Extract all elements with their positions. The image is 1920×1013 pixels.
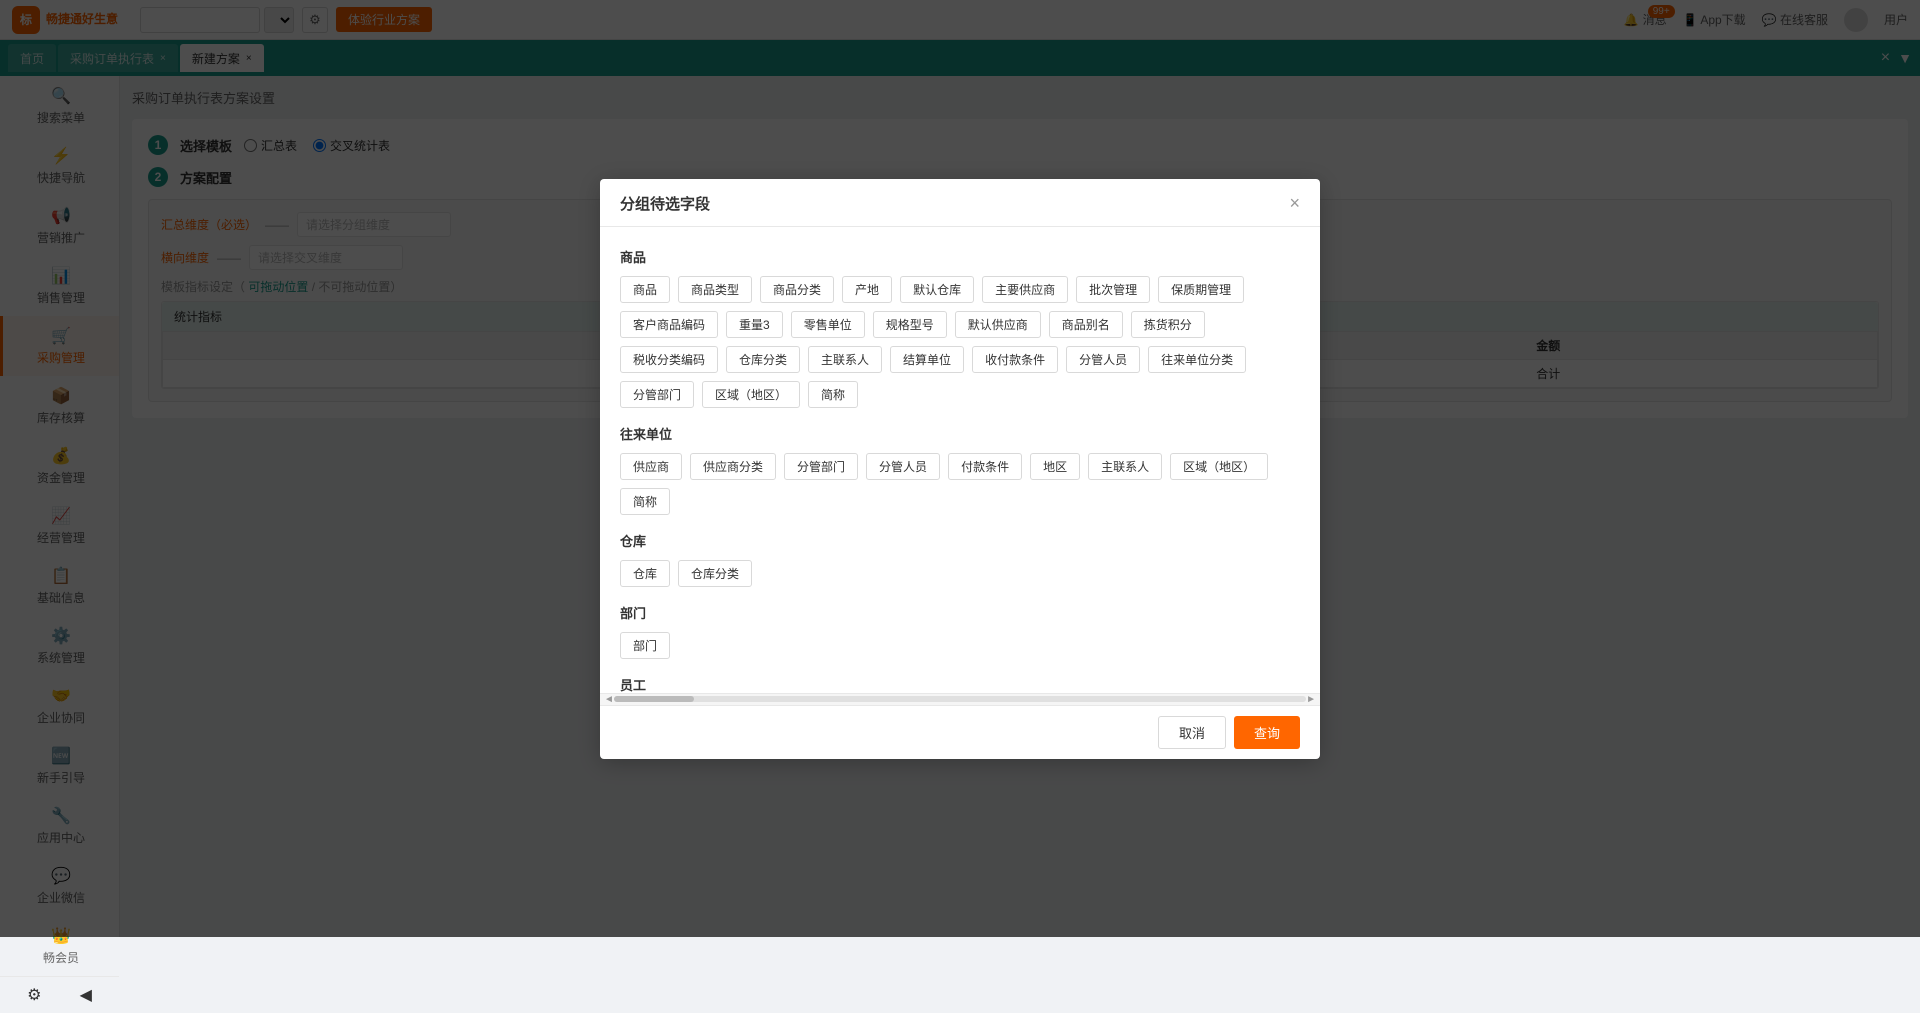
field-tag[interactable]: 默认供应商 — [955, 311, 1041, 338]
confirm-button[interactable]: 查询 — [1234, 716, 1300, 749]
hscroll-track — [614, 696, 1306, 702]
section-dept: 部门 部门 — [620, 603, 1300, 659]
field-tag[interactable]: 重量3 — [726, 311, 783, 338]
field-tag[interactable]: 主要供应商 — [982, 276, 1068, 303]
field-tag[interactable]: 主联系人 — [808, 346, 882, 373]
field-tag[interactable]: 拣货积分 — [1131, 311, 1205, 338]
modal-header: 分组待选字段 × — [600, 179, 1320, 227]
modal-close-button[interactable]: × — [1289, 193, 1300, 214]
field-tag[interactable]: 商品分类 — [760, 276, 834, 303]
field-tag[interactable]: 简称 — [620, 488, 670, 515]
field-tag[interactable]: 分管部门 — [784, 453, 858, 480]
field-tag[interactable]: 零售单位 — [791, 311, 865, 338]
section-dept-fields: 部门 — [620, 632, 1300, 659]
cancel-button[interactable]: 取消 — [1158, 716, 1226, 749]
field-tag[interactable]: 主联系人 — [1088, 453, 1162, 480]
field-tag[interactable]: 区域（地区） — [1170, 453, 1268, 480]
sidebar-settings-icon[interactable]: ⚙ — [27, 985, 41, 1005]
field-tag[interactable]: 部门 — [620, 632, 670, 659]
field-tag[interactable]: 地区 — [1030, 453, 1080, 480]
modal-body: 商品 商品 商品类型 商品分类 产地 默认仓库 主要供应商 批次管理 保质期管理… — [600, 227, 1320, 693]
section-goods-title: 商品 — [620, 247, 1300, 266]
sidebar-label-member: 畅会员 — [43, 949, 79, 966]
modal-hscrollbar: ◄ ► — [600, 693, 1320, 705]
section-goods-fields: 商品 商品类型 商品分类 产地 默认仓库 主要供应商 批次管理 保质期管理 客户… — [620, 276, 1300, 408]
hscroll-thumb[interactable] — [614, 696, 694, 702]
field-tag[interactable]: 商品类型 — [678, 276, 752, 303]
modal-dialog: 分组待选字段 × 商品 商品 商品类型 商品分类 产地 默认仓库 主要供应商 批… — [600, 179, 1320, 759]
section-partner-title: 往来单位 — [620, 424, 1300, 443]
section-warehouse: 仓库 仓库 仓库分类 — [620, 531, 1300, 587]
field-tag[interactable]: 供应商 — [620, 453, 682, 480]
field-tag[interactable]: 默认仓库 — [900, 276, 974, 303]
field-tag[interactable]: 税收分类编码 — [620, 346, 718, 373]
field-tag[interactable]: 收付款条件 — [972, 346, 1058, 373]
section-employee: 员工 业务员 — [620, 675, 1300, 693]
field-tag[interactable]: 区域（地区） — [702, 381, 800, 408]
scroll-left-arrow[interactable]: ◄ — [604, 694, 614, 705]
scroll-right-arrow[interactable]: ► — [1306, 694, 1316, 705]
section-warehouse-fields: 仓库 仓库分类 — [620, 560, 1300, 587]
field-tag[interactable]: 商品 — [620, 276, 670, 303]
section-partner: 往来单位 供应商 供应商分类 分管部门 分管人员 付款条件 地区 主联系人 区域… — [620, 424, 1300, 515]
section-dept-title: 部门 — [620, 603, 1300, 622]
field-tag[interactable]: 客户商品编码 — [620, 311, 718, 338]
modal-title: 分组待选字段 — [620, 193, 710, 214]
section-partner-fields: 供应商 供应商分类 分管部门 分管人员 付款条件 地区 主联系人 区域（地区） … — [620, 453, 1300, 515]
section-warehouse-title: 仓库 — [620, 531, 1300, 550]
field-tag[interactable]: 分管人员 — [1066, 346, 1140, 373]
field-tag[interactable]: 仓库分类 — [726, 346, 800, 373]
field-tag[interactable]: 结算单位 — [890, 346, 964, 373]
sidebar-bottom: ⚙ ◀ — [0, 976, 119, 1013]
section-employee-title: 员工 — [620, 675, 1300, 693]
field-tag[interactable]: 供应商分类 — [690, 453, 776, 480]
sidebar-collapse-icon[interactable]: ◀ — [80, 985, 92, 1005]
field-tag[interactable]: 仓库 — [620, 560, 670, 587]
field-tag[interactable]: 保质期管理 — [1158, 276, 1244, 303]
field-tag[interactable]: 简称 — [808, 381, 858, 408]
field-tag[interactable]: 产地 — [842, 276, 892, 303]
field-tag[interactable]: 分管部门 — [620, 381, 694, 408]
field-tag[interactable]: 仓库分类 — [678, 560, 752, 587]
modal-footer: 取消 查询 — [600, 705, 1320, 759]
field-tag[interactable]: 规格型号 — [873, 311, 947, 338]
field-tag[interactable]: 批次管理 — [1076, 276, 1150, 303]
field-tag[interactable]: 往来单位分类 — [1148, 346, 1246, 373]
section-goods: 商品 商品 商品类型 商品分类 产地 默认仓库 主要供应商 批次管理 保质期管理… — [620, 247, 1300, 408]
field-tag[interactable]: 商品别名 — [1049, 311, 1123, 338]
field-tag[interactable]: 分管人员 — [866, 453, 940, 480]
field-tag[interactable]: 付款条件 — [948, 453, 1022, 480]
